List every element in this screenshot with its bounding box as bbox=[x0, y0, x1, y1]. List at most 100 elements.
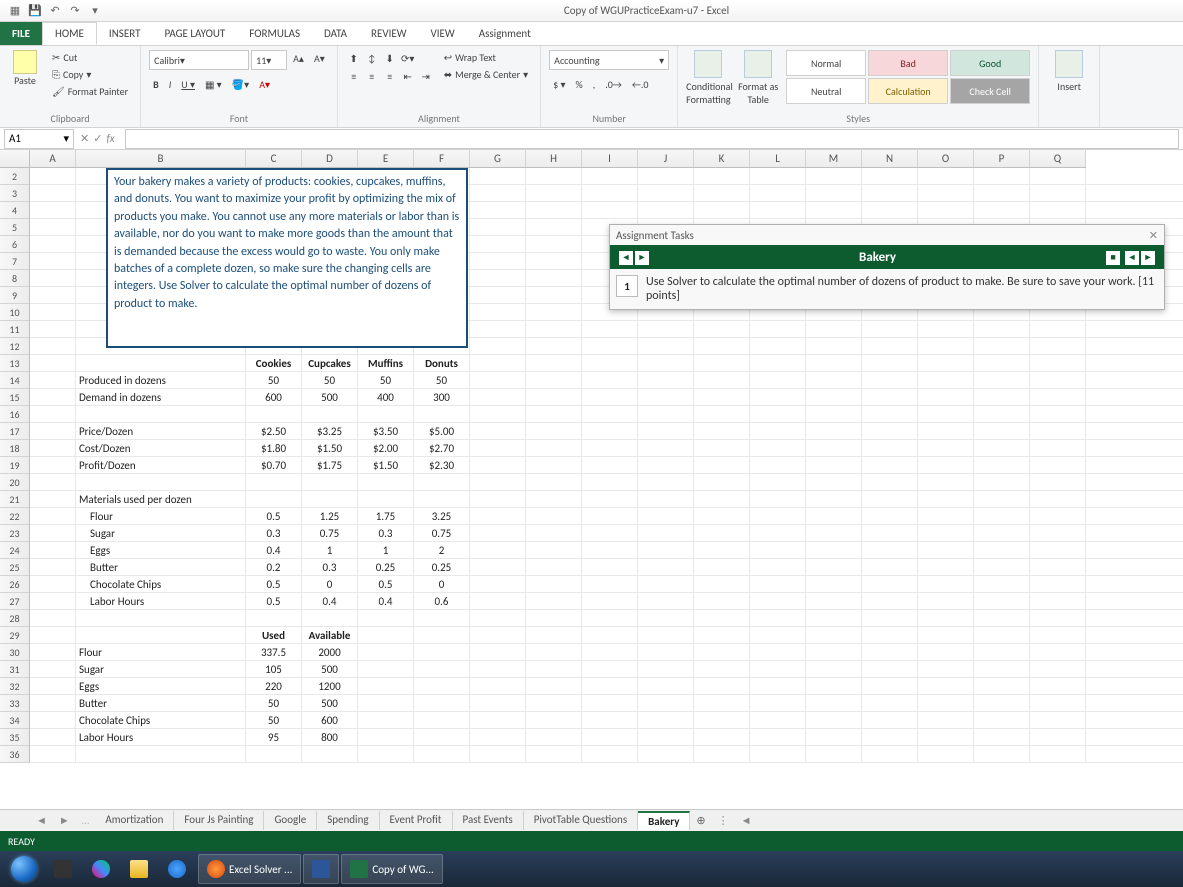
cell-G18[interactable] bbox=[470, 440, 526, 456]
col-header-H[interactable]: H bbox=[526, 150, 582, 167]
cell-O34[interactable] bbox=[918, 712, 974, 728]
comma-button[interactable]: , bbox=[589, 76, 600, 93]
cell-J30[interactable] bbox=[638, 644, 694, 660]
cell-B28[interactable] bbox=[76, 610, 246, 626]
cell-Q2[interactable] bbox=[1030, 168, 1086, 184]
cell-G23[interactable] bbox=[470, 525, 526, 541]
row-header-13[interactable]: 13 bbox=[0, 355, 29, 372]
row-header-33[interactable]: 33 bbox=[0, 695, 29, 712]
cell-styles-gallery[interactable]: Normal Bad Good Neutral Calculation Chec… bbox=[786, 50, 1030, 104]
cell-M19[interactable] bbox=[806, 457, 862, 473]
row-header-4[interactable]: 4 bbox=[0, 202, 29, 219]
cell-J13[interactable] bbox=[638, 355, 694, 371]
row-header-11[interactable]: 11 bbox=[0, 321, 29, 338]
cell-Q18[interactable] bbox=[1030, 440, 1086, 456]
cell-B17[interactable]: Price/Dozen bbox=[76, 423, 246, 439]
cell-N25[interactable] bbox=[862, 559, 918, 575]
row-header-6[interactable]: 6 bbox=[0, 236, 29, 253]
cell-A26[interactable] bbox=[30, 576, 76, 592]
cell-N21[interactable] bbox=[862, 491, 918, 507]
cell-A18[interactable] bbox=[30, 440, 76, 456]
cell-I20[interactable] bbox=[582, 474, 638, 490]
row-header-18[interactable]: 18 bbox=[0, 440, 29, 457]
cell-O15[interactable] bbox=[918, 389, 974, 405]
cell-G20[interactable] bbox=[470, 474, 526, 490]
cell-H7[interactable] bbox=[526, 253, 582, 269]
cell-N15[interactable] bbox=[862, 389, 918, 405]
cell-K23[interactable] bbox=[694, 525, 750, 541]
select-all-corner[interactable] bbox=[0, 150, 30, 167]
cell-B25[interactable]: Butter bbox=[76, 559, 246, 575]
cell-L17[interactable] bbox=[750, 423, 806, 439]
cell-D15[interactable]: 500 bbox=[302, 389, 358, 405]
cell-H32[interactable] bbox=[526, 678, 582, 694]
cell-O29[interactable] bbox=[918, 627, 974, 643]
cell-J34[interactable] bbox=[638, 712, 694, 728]
cell-D18[interactable]: $1.50 bbox=[302, 440, 358, 456]
cell-N28[interactable] bbox=[862, 610, 918, 626]
cell-M36[interactable] bbox=[806, 746, 862, 762]
cell-D36[interactable] bbox=[302, 746, 358, 762]
row-header-24[interactable]: 24 bbox=[0, 542, 29, 559]
cell-L23[interactable] bbox=[750, 525, 806, 541]
percent-button[interactable]: % bbox=[572, 76, 587, 93]
cell-C15[interactable]: 600 bbox=[246, 389, 302, 405]
cell-E27[interactable]: 0.4 bbox=[358, 593, 414, 609]
style-good[interactable]: Good bbox=[950, 50, 1030, 76]
cell-C32[interactable]: 220 bbox=[246, 678, 302, 694]
cell-H18[interactable] bbox=[526, 440, 582, 456]
cell-L36[interactable] bbox=[750, 746, 806, 762]
cell-F24[interactable]: 2 bbox=[414, 542, 470, 558]
cell-G34[interactable] bbox=[470, 712, 526, 728]
cell-N32[interactable] bbox=[862, 678, 918, 694]
cell-E16[interactable] bbox=[358, 406, 414, 422]
cell-I18[interactable] bbox=[582, 440, 638, 456]
cell-Q21[interactable] bbox=[1030, 491, 1086, 507]
cell-O36[interactable] bbox=[918, 746, 974, 762]
cell-O23[interactable] bbox=[918, 525, 974, 541]
cell-M26[interactable] bbox=[806, 576, 862, 592]
cell-J28[interactable] bbox=[638, 610, 694, 626]
cell-C31[interactable]: 105 bbox=[246, 661, 302, 677]
cell-F18[interactable]: $2.70 bbox=[414, 440, 470, 456]
cell-Q30[interactable] bbox=[1030, 644, 1086, 660]
row-header-10[interactable]: 10 bbox=[0, 304, 29, 321]
cell-P3[interactable] bbox=[974, 185, 1030, 201]
cell-G13[interactable] bbox=[470, 355, 526, 371]
cell-E32[interactable] bbox=[358, 678, 414, 694]
cell-P14[interactable] bbox=[974, 372, 1030, 388]
col-header-P[interactable]: P bbox=[974, 150, 1030, 167]
cell-A21[interactable] bbox=[30, 491, 76, 507]
cell-I35[interactable] bbox=[582, 729, 638, 745]
col-header-Q[interactable]: Q bbox=[1030, 150, 1086, 167]
cell-C18[interactable]: $1.80 bbox=[246, 440, 302, 456]
cell-K32[interactable] bbox=[694, 678, 750, 694]
cell-O28[interactable] bbox=[918, 610, 974, 626]
cell-I28[interactable] bbox=[582, 610, 638, 626]
cell-P27[interactable] bbox=[974, 593, 1030, 609]
cell-G8[interactable] bbox=[470, 270, 526, 286]
cell-O26[interactable] bbox=[918, 576, 974, 592]
cell-N13[interactable] bbox=[862, 355, 918, 371]
cell-N14[interactable] bbox=[862, 372, 918, 388]
cell-O22[interactable] bbox=[918, 508, 974, 524]
scroll-left-icon[interactable]: ◄ bbox=[735, 814, 758, 827]
cell-A35[interactable] bbox=[30, 729, 76, 745]
cell-N34[interactable] bbox=[862, 712, 918, 728]
cell-O18[interactable] bbox=[918, 440, 974, 456]
cell-P29[interactable] bbox=[974, 627, 1030, 643]
cell-F22[interactable]: 3.25 bbox=[414, 508, 470, 524]
cell-B18[interactable]: Cost/Dozen bbox=[76, 440, 246, 456]
cell-G5[interactable] bbox=[470, 219, 526, 235]
align-top-icon[interactable]: ⬆ bbox=[346, 50, 362, 66]
row-header-26[interactable]: 26 bbox=[0, 576, 29, 593]
cell-E30[interactable] bbox=[358, 644, 414, 660]
cell-H3[interactable] bbox=[526, 185, 582, 201]
tab-formulas[interactable]: FORMULAS bbox=[237, 22, 312, 45]
cell-F32[interactable] bbox=[414, 678, 470, 694]
cell-D35[interactable]: 800 bbox=[302, 729, 358, 745]
cell-J31[interactable] bbox=[638, 661, 694, 677]
taskbar-app-1[interactable] bbox=[46, 854, 82, 884]
cell-A20[interactable] bbox=[30, 474, 76, 490]
row-header-19[interactable]: 19 bbox=[0, 457, 29, 474]
